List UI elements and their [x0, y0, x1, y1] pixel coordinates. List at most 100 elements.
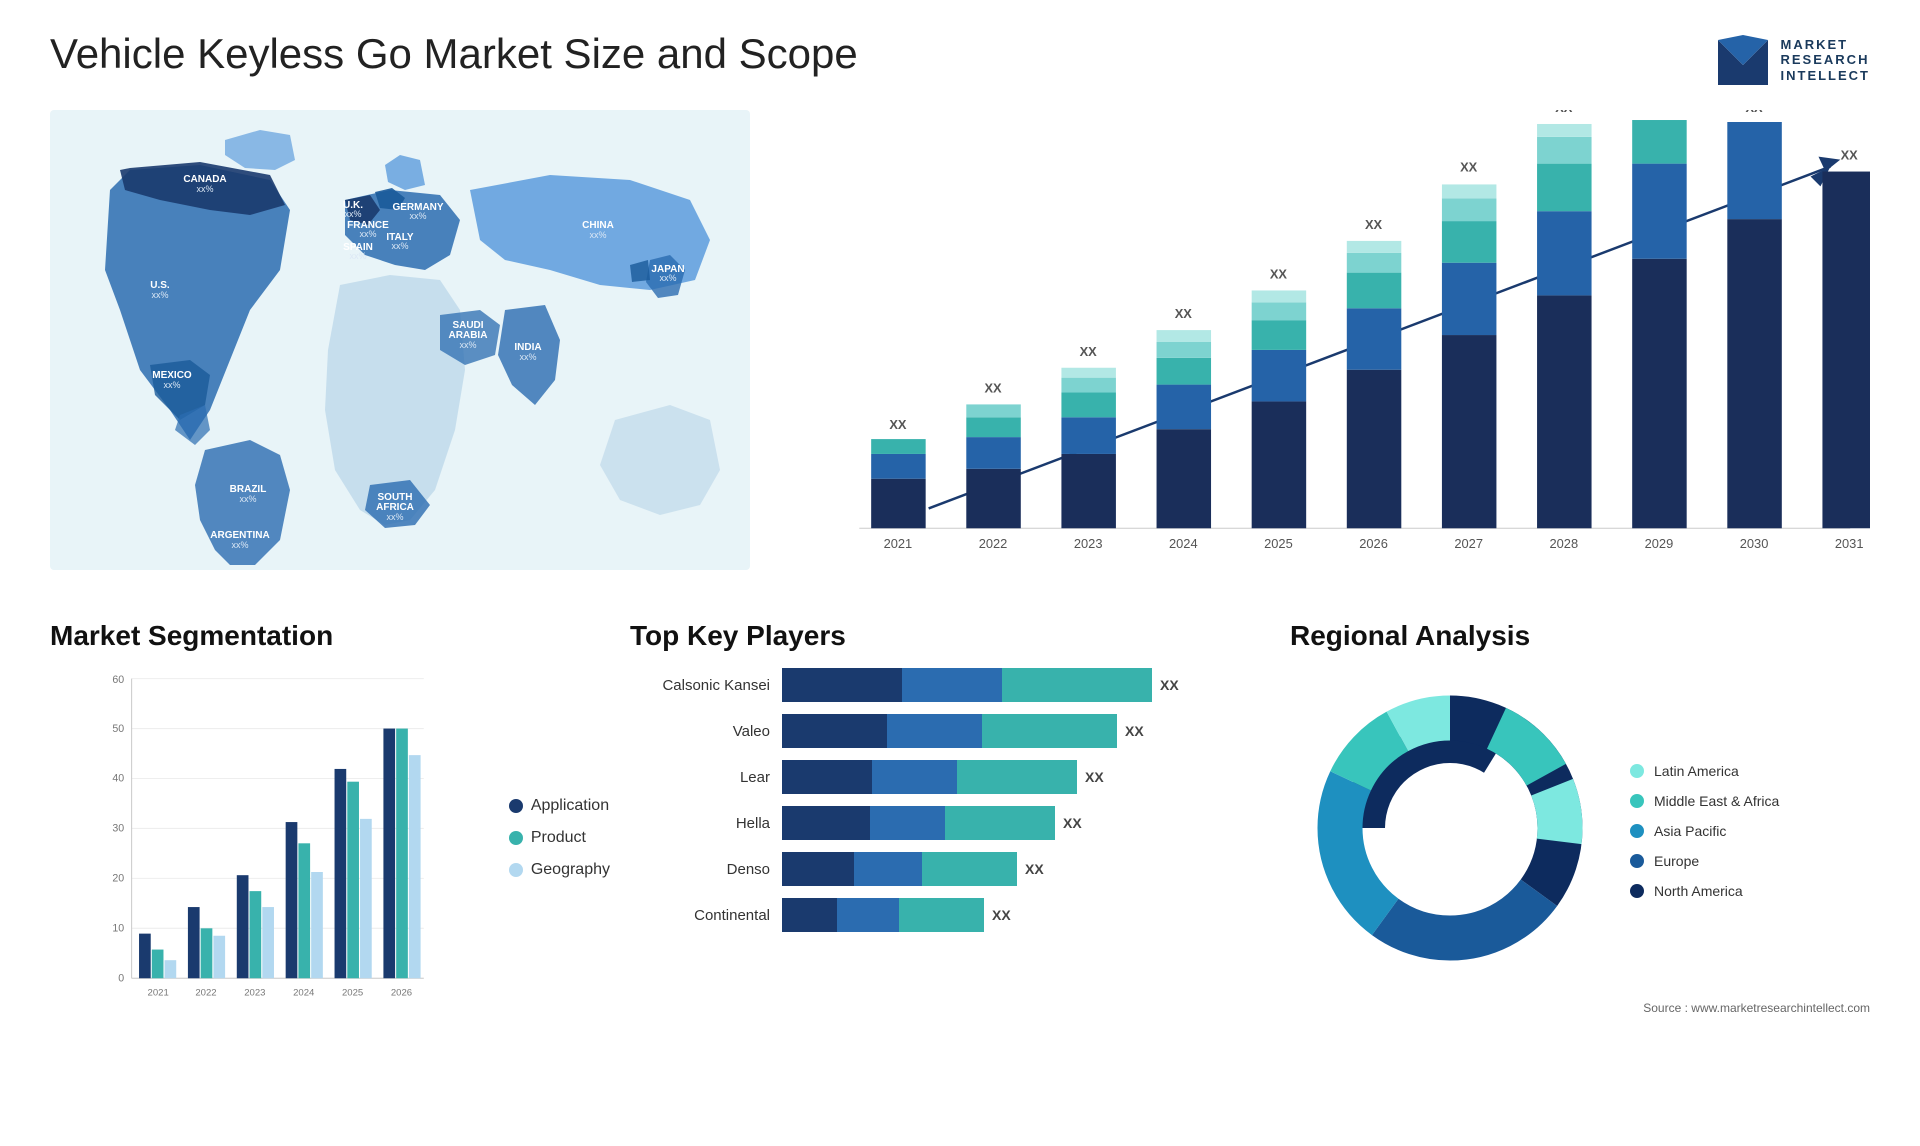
legend-dot-geography — [509, 863, 523, 877]
bar-seg3 — [1002, 668, 1152, 702]
bar-seg2 — [854, 852, 922, 886]
donut-chart-svg — [1290, 668, 1610, 988]
svg-text:XX: XX — [1745, 110, 1763, 115]
svg-text:30: 30 — [112, 823, 124, 835]
logo-area: MARKET RESEARCH INTELLECT — [1713, 30, 1871, 90]
svg-text:xx%: xx% — [349, 251, 366, 261]
world-map-container: CANADA xx% U.S. xx% MEXICO xx% BRAZIL xx… — [50, 110, 750, 570]
table-row: Lear XX — [630, 760, 1270, 794]
bar-seg2 — [887, 714, 982, 748]
legend-label-geography: Geography — [531, 861, 610, 879]
svg-text:2024: 2024 — [1169, 536, 1198, 551]
player-bar — [782, 668, 1152, 702]
player-bar — [782, 898, 984, 932]
legend-label-application: Application — [531, 797, 609, 815]
svg-text:xx%: xx% — [659, 273, 676, 283]
svg-text:xx%: xx% — [589, 230, 606, 240]
bar-seg3 — [922, 852, 1017, 886]
donut-container — [1290, 668, 1610, 993]
svg-text:xx%: xx% — [459, 340, 476, 350]
svg-text:20: 20 — [112, 873, 124, 885]
svg-text:xx%: xx% — [391, 241, 408, 251]
segmentation-title: Market Segmentation — [50, 620, 610, 652]
legend-application: Application — [509, 797, 610, 815]
bar-seg3 — [982, 714, 1117, 748]
regional-legend: Latin America Middle East & Africa Asia … — [1630, 763, 1779, 899]
seg-chart-container: 60 50 40 30 20 10 0 — [50, 668, 610, 1008]
player-value: XX — [1025, 861, 1044, 877]
bar-seg2 — [902, 668, 1002, 702]
player-bar-wrap: XX — [782, 714, 1270, 748]
svg-text:xx%: xx% — [386, 512, 403, 522]
logo-text: MARKET RESEARCH INTELLECT — [1781, 37, 1871, 84]
player-name: Calsonic Kansei — [630, 677, 770, 694]
player-bar — [782, 714, 1117, 748]
player-name: Hella — [630, 815, 770, 832]
bar-seg3 — [957, 760, 1077, 794]
legend-dot-ap — [1630, 824, 1644, 838]
player-name: Denso — [630, 861, 770, 878]
svg-text:2021: 2021 — [884, 536, 913, 551]
svg-text:XX: XX — [984, 381, 1002, 396]
bar-seg2 — [837, 898, 899, 932]
header-row: Vehicle Keyless Go Market Size and Scope… — [50, 30, 1870, 90]
svg-text:xx%: xx% — [151, 290, 168, 300]
table-row: Denso XX — [630, 852, 1270, 886]
bar-seg1 — [782, 806, 870, 840]
seg-chart-svg: 60 50 40 30 20 10 0 — [50, 668, 479, 1008]
player-value: XX — [1063, 815, 1082, 831]
legend-dot-eu — [1630, 854, 1644, 868]
svg-text:2031: 2031 — [1835, 536, 1864, 551]
legend-dot-latin — [1630, 764, 1644, 778]
legend-product: Product — [509, 829, 610, 847]
legend-geography: Geography — [509, 861, 610, 879]
player-value: XX — [992, 907, 1011, 923]
svg-text:xx%: xx% — [359, 229, 376, 239]
svg-text:XX: XX — [1080, 344, 1098, 359]
svg-text:XX: XX — [1841, 148, 1859, 163]
player-bar-wrap: XX — [782, 898, 1270, 932]
bar-seg1 — [782, 668, 902, 702]
player-bar — [782, 760, 1077, 794]
list-item: Middle East & Africa — [1630, 793, 1779, 809]
svg-text:xx%: xx% — [196, 184, 213, 194]
svg-text:XX: XX — [1460, 160, 1478, 175]
player-name: Continental — [630, 907, 770, 924]
chart-section: XX 2021 XX 2022 XX 2023 — [780, 110, 1870, 590]
player-value: XX — [1125, 723, 1144, 739]
svg-text:XX: XX — [1270, 267, 1288, 282]
legend-label-ap: Asia Pacific — [1654, 823, 1726, 839]
bar-chart-svg: XX 2021 XX 2022 XX 2023 — [780, 110, 1870, 570]
list-item: Europe — [1630, 853, 1779, 869]
bar-seg2 — [870, 806, 945, 840]
svg-text:xx%: xx% — [519, 352, 536, 362]
player-bar-wrap: XX — [782, 852, 1270, 886]
svg-text:2026: 2026 — [391, 987, 412, 998]
segmentation-section: Market Segmentation 60 50 40 30 20 10 0 — [50, 620, 610, 1060]
legend-dot-na — [1630, 884, 1644, 898]
player-value: XX — [1160, 677, 1179, 693]
svg-text:XX: XX — [889, 417, 907, 432]
bar-seg1 — [782, 760, 872, 794]
player-value: XX — [1085, 769, 1104, 785]
svg-text:2030: 2030 — [1740, 536, 1769, 551]
page-wrapper: Vehicle Keyless Go Market Size and Scope… — [0, 0, 1920, 1146]
player-bars: Calsonic Kansei XX Valeo — [630, 668, 1270, 932]
bar-chart-container: XX 2021 XX 2022 XX 2023 — [780, 110, 1870, 570]
player-name: Valeo — [630, 723, 770, 740]
svg-text:2023: 2023 — [244, 987, 265, 998]
key-players-title: Top Key Players — [630, 620, 1270, 652]
player-bar-wrap: XX — [782, 806, 1270, 840]
list-item: Latin America — [1630, 763, 1779, 779]
key-players-section: Top Key Players Calsonic Kansei XX — [630, 620, 1270, 1060]
legend-dot-mea — [1630, 794, 1644, 808]
svg-text:xx%: xx% — [163, 380, 180, 390]
legend-label-eu: Europe — [1654, 853, 1699, 869]
svg-text:0: 0 — [118, 972, 124, 984]
svg-text:2023: 2023 — [1074, 536, 1103, 551]
svg-text:2025: 2025 — [1264, 536, 1293, 551]
svg-text:xx%: xx% — [231, 540, 248, 550]
bar-seg3 — [899, 898, 984, 932]
seg-chart-area: 60 50 40 30 20 10 0 — [50, 668, 479, 1008]
legend-label-product: Product — [531, 829, 586, 847]
